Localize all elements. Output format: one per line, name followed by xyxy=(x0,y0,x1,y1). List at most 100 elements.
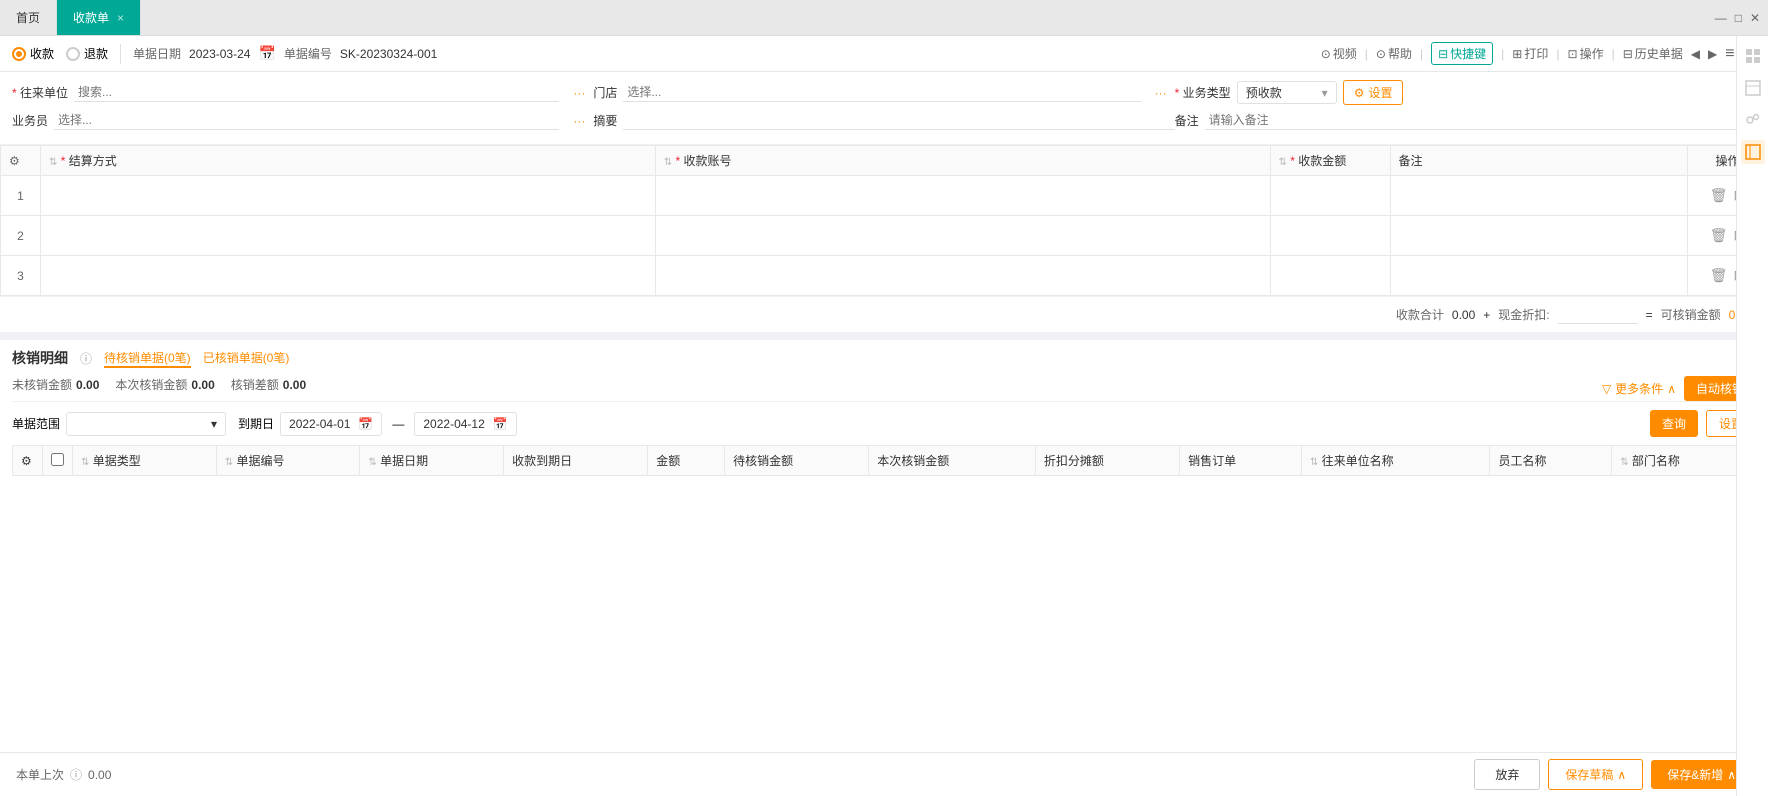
current-stat: 本次核销金额 0.00 xyxy=(115,376,214,393)
shortcut-icon: ⊟ xyxy=(1438,47,1448,61)
diff-stat: 核销差额 0.00 xyxy=(231,376,306,393)
row-account-2[interactable] xyxy=(655,216,1270,256)
sort-account-icon[interactable]: ⇅ xyxy=(664,157,672,168)
net-label: 可核销金额 xyxy=(1661,306,1721,323)
verify-stats-row: 未核销金额 0.00 本次核销金额 0.00 核销差额 0.00 ▽ 更多条件 … xyxy=(12,376,1756,401)
sort-doc-number-icon[interactable]: ⇅ xyxy=(225,457,233,468)
list-view-btn[interactable]: ≡ xyxy=(1725,45,1734,63)
row-delete-3[interactable]: 🗑 xyxy=(1710,267,1728,284)
radio-refund-label: 退款 xyxy=(84,45,108,62)
bottom-info: 本单上次 ⓘ 0.00 xyxy=(16,766,111,783)
calendar-icon[interactable]: 📅 xyxy=(258,45,275,62)
sort-doc-type-icon[interactable]: ⇅ xyxy=(81,457,89,468)
row-delete-2[interactable]: 🗑 xyxy=(1710,227,1728,244)
maximize-btn[interactable]: □ xyxy=(1735,11,1742,25)
operation-btn[interactable]: ⊡ 操作 xyxy=(1568,45,1604,62)
sidebar-icon-2[interactable] xyxy=(1741,76,1765,100)
sort-doc-date-icon[interactable]: ⇅ xyxy=(368,457,376,468)
settings-button[interactable]: ⚙ 设置 xyxy=(1343,80,1404,105)
sort-settlement-icon[interactable]: ⇅ xyxy=(49,157,57,168)
close-btn[interactable]: ✕ xyxy=(1750,11,1760,25)
th-checkbox[interactable] xyxy=(43,446,73,476)
calendar-from-icon[interactable]: 📅 xyxy=(358,417,373,431)
business-type-select[interactable]: 预收款 ▾ xyxy=(1237,81,1337,104)
sort-dept-icon[interactable]: ⇅ xyxy=(1620,457,1628,468)
salesperson-input[interactable] xyxy=(54,111,559,130)
sort-amount-icon[interactable]: ⇅ xyxy=(1279,157,1287,168)
table-gear-icon[interactable]: ⚙ xyxy=(9,154,20,168)
th-amount: 金额 xyxy=(648,446,725,476)
tab-receipt-close[interactable]: × xyxy=(117,11,124,25)
date-range-dash: — xyxy=(392,417,404,431)
section-divider xyxy=(0,332,1768,340)
row-num-2: 2 xyxy=(1,216,41,256)
query-button[interactable]: 查询 xyxy=(1650,410,1698,437)
bottom-info-icon[interactable]: ⓘ xyxy=(70,766,82,783)
video-btn[interactable]: ⊙ 视频 xyxy=(1321,45,1357,62)
tab-home[interactable]: 首页 xyxy=(0,0,57,35)
help-btn[interactable]: ⊙ 帮助 xyxy=(1376,45,1412,62)
sidebar-icon-4[interactable] xyxy=(1741,140,1765,164)
row-amount-3[interactable] xyxy=(1270,256,1390,296)
date-to-input[interactable]: 2022-04-12 📅 xyxy=(414,412,516,436)
th-remark-label: 备注 xyxy=(1399,154,1423,168)
row-num-1: 1 xyxy=(1,176,41,216)
remark-input[interactable] xyxy=(1205,111,1756,130)
row-account-1[interactable] xyxy=(655,176,1270,216)
number-value: SK-20230324-001 xyxy=(340,47,437,61)
row-settlement-1[interactable] xyxy=(41,176,656,216)
th-dept: ⇅ 部门名称 xyxy=(1612,446,1756,476)
verify-info-icon[interactable]: ⓘ xyxy=(80,350,92,367)
radio-refund[interactable]: 退款 xyxy=(66,45,108,62)
tab-done[interactable]: 已核销单据(0笔) xyxy=(203,349,290,368)
nav-left-btn[interactable]: ◀ xyxy=(1691,47,1700,61)
row-remark-1[interactable] xyxy=(1390,176,1687,216)
counterparty-more-icon[interactable]: ··· xyxy=(573,86,585,100)
th-doc-type-label: 单据类型 xyxy=(93,454,141,468)
summary-input[interactable] xyxy=(623,111,1174,130)
row-settlement-2[interactable] xyxy=(41,216,656,256)
nav-right-btn[interactable]: ▶ xyxy=(1708,47,1717,61)
tab-receipt[interactable]: 收款单 × xyxy=(57,0,141,35)
select-all-checkbox[interactable] xyxy=(51,453,64,466)
more-conditions-btn[interactable]: ▽ 更多条件 ∧ xyxy=(1602,380,1676,397)
table-settings-col[interactable]: ⚙ xyxy=(1,146,41,176)
save-draft-chevron: ∧ xyxy=(1617,768,1626,782)
toolbar-divider-1 xyxy=(120,44,121,64)
range-select[interactable]: ▾ xyxy=(66,412,226,436)
save-new-chevron: ∧ xyxy=(1727,768,1736,782)
row-delete-1[interactable]: 🗑 xyxy=(1710,187,1728,204)
th-gear[interactable]: ⚙ xyxy=(13,446,43,476)
row-remark-2[interactable] xyxy=(1390,216,1687,256)
counterparty-input[interactable] xyxy=(74,83,559,102)
shortcut-label: 快捷键 xyxy=(1450,45,1486,62)
calendar-to-icon[interactable]: 📅 xyxy=(493,417,508,431)
sidebar-icon-1[interactable] xyxy=(1741,44,1765,68)
date-from-input[interactable]: 2022-04-01 📅 xyxy=(280,412,382,436)
salesperson-more-icon[interactable]: ··· xyxy=(573,114,585,128)
row-account-3[interactable] xyxy=(655,256,1270,296)
store-more-icon[interactable]: ··· xyxy=(1155,86,1167,100)
sort-counterparty-icon[interactable]: ⇅ xyxy=(1310,457,1318,468)
window-controls: — □ ✕ xyxy=(1707,11,1768,25)
save-draft-button[interactable]: 保存草稿 ∧ xyxy=(1548,759,1643,790)
history-btn[interactable]: ⊟ 历史单据 xyxy=(1623,45,1683,62)
shortcut-btn[interactable]: ⊟ 快捷键 xyxy=(1431,42,1493,65)
row-remark-3[interactable] xyxy=(1390,256,1687,296)
abandon-button[interactable]: 放弃 xyxy=(1474,759,1540,790)
range-label: 单据范围 xyxy=(12,415,60,432)
right-sidebar xyxy=(1736,36,1768,796)
store-field: 门店 ··· xyxy=(593,83,1174,102)
row-amount-1[interactable] xyxy=(1270,176,1390,216)
discount-input[interactable] xyxy=(1558,305,1638,324)
business-type-chevron: ▾ xyxy=(1322,86,1328,100)
minimize-btn[interactable]: — xyxy=(1715,11,1727,25)
row-settlement-3[interactable] xyxy=(41,256,656,296)
sidebar-icon-3[interactable] xyxy=(1741,108,1765,132)
row-amount-2[interactable] xyxy=(1270,216,1390,256)
radio-receipt[interactable]: 收款 xyxy=(12,45,54,62)
store-input[interactable] xyxy=(623,83,1140,102)
th-discount-spread: 折扣分摊额 xyxy=(1035,446,1179,476)
print-btn[interactable]: ⊞ 打印 xyxy=(1512,45,1548,62)
tab-pending[interactable]: 待核销单据(0笔) xyxy=(104,349,191,368)
